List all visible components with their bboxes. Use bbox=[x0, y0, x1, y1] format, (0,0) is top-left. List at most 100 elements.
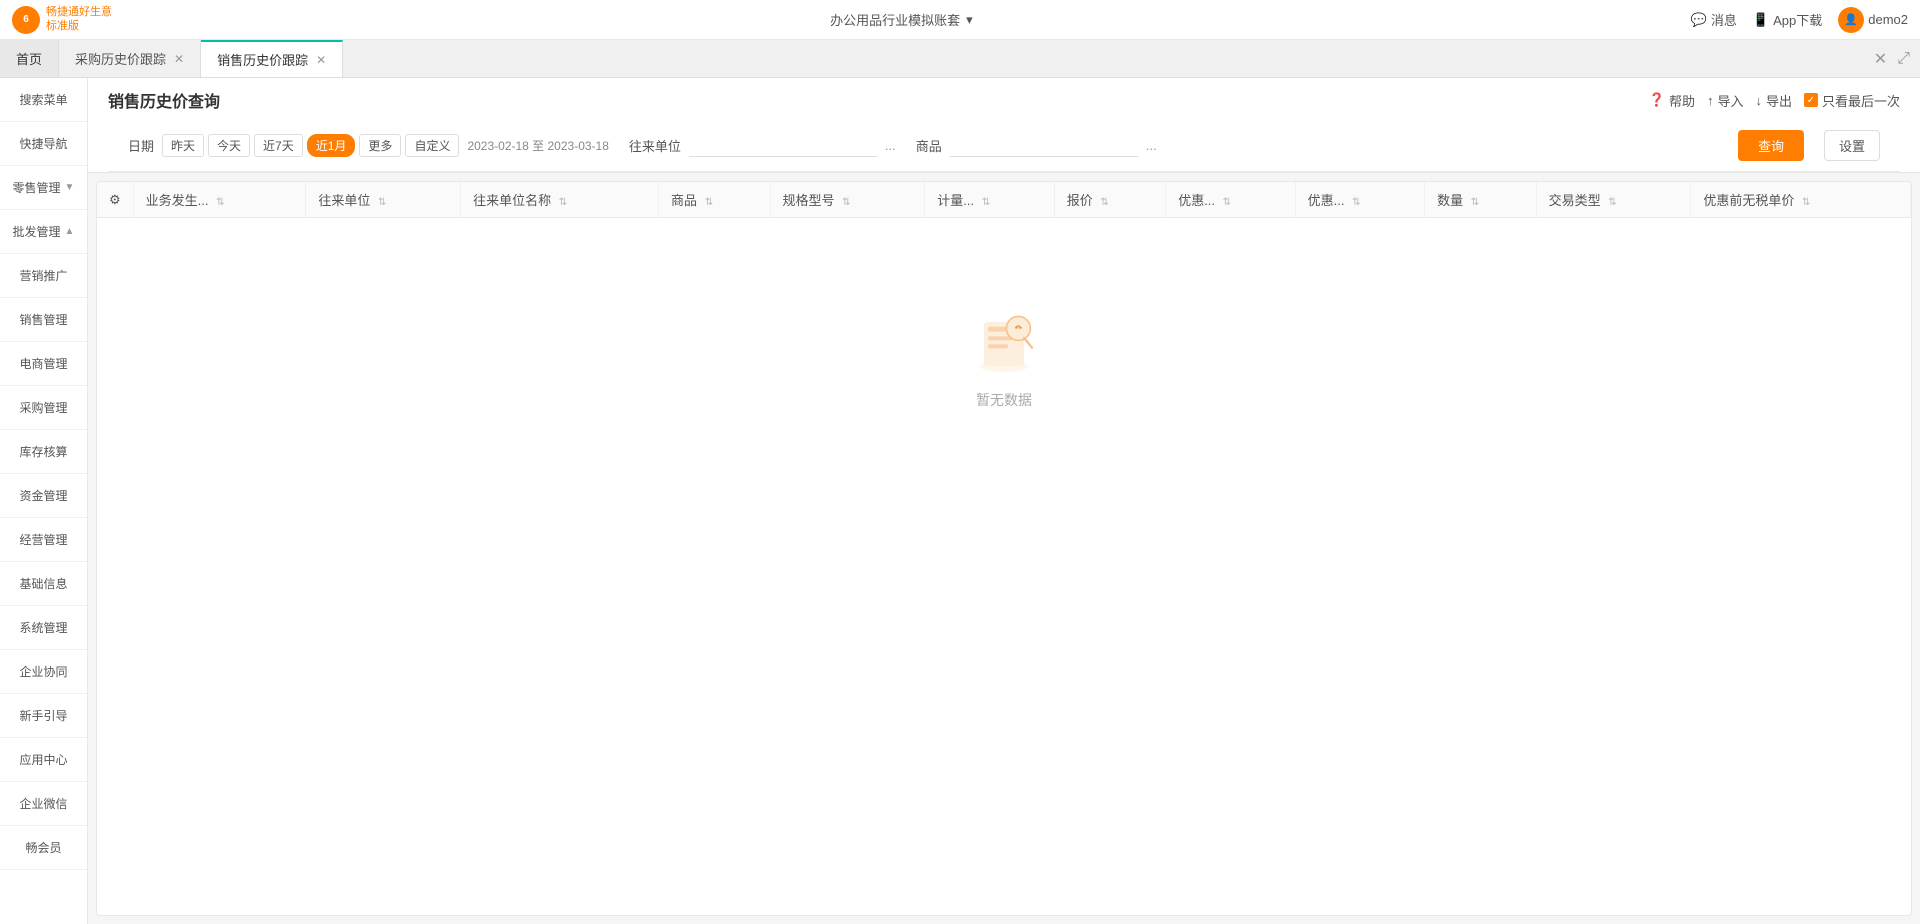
goods-filter-group: 商品 ... bbox=[916, 135, 1157, 157]
col-unit[interactable]: 计量... ⇅ bbox=[925, 182, 1054, 218]
sidebar-item-search-menu[interactable]: 搜索菜单 bbox=[0, 78, 87, 122]
logo-area: 6 畅捷通好生意 标准版 bbox=[12, 6, 112, 34]
chevron-down-icon[interactable]: ▾ bbox=[966, 12, 973, 28]
sidebar-item-app-center[interactable]: 应用中心 bbox=[0, 738, 87, 782]
col-biz-date[interactable]: 业务发生... ⇅ bbox=[133, 182, 306, 218]
page-title-row: 销售历史价查询 ❓ 帮助 ↑ 导入 ↓ 导出 ✓ bbox=[108, 88, 1900, 120]
app-download-button[interactable]: 📱 App下载 bbox=[1753, 10, 1822, 29]
sidebar-item-system[interactable]: 系统管理 bbox=[0, 606, 87, 650]
sort-icon: ⇅ bbox=[1802, 197, 1810, 208]
date-filter-group: 日期 昨天 今天 近7天 近1月 更多 自定义 2023-02-18 至 202… bbox=[128, 134, 609, 157]
sidebar-item-marketing[interactable]: 营销推广 bbox=[0, 254, 87, 298]
col-quantity[interactable]: 数量 ⇅ bbox=[1425, 182, 1536, 218]
date-btn-custom[interactable]: 自定义 bbox=[405, 134, 459, 157]
tab-home-label: 首页 bbox=[16, 49, 42, 68]
col-spec[interactable]: 规格型号 ⇅ bbox=[770, 182, 925, 218]
sidebar: 搜索菜单 快捷导航 零售管理 ▼ 批发管理 ▲ 营销推广 销售管理 电商管理 采… bbox=[0, 78, 88, 924]
sidebar-item-guide[interactable]: 新手引导 bbox=[0, 694, 87, 738]
filter-bar: 日期 昨天 今天 近7天 近1月 更多 自定义 2023-02-18 至 202… bbox=[108, 120, 1900, 172]
only-last-checkbox[interactable]: ✓ 只看最后一次 bbox=[1804, 91, 1900, 110]
wholesale-arrow-icon: ▲ bbox=[65, 226, 75, 237]
export-icon: ↓ bbox=[1755, 93, 1762, 108]
date-btn-today[interactable]: 今天 bbox=[208, 134, 250, 157]
empty-state: 暂无数据 bbox=[97, 218, 1911, 490]
sidebar-item-enterprise[interactable]: 企业协同 bbox=[0, 650, 87, 694]
goods-input[interactable] bbox=[950, 135, 1138, 157]
logo-icon: 6 bbox=[12, 6, 40, 34]
col-trans-type[interactable]: 交易类型 ⇅ bbox=[1536, 182, 1691, 218]
partner-input[interactable] bbox=[689, 135, 877, 157]
tab-purchase[interactable]: 采购历史价跟踪 ✕ bbox=[59, 40, 201, 77]
sidebar-item-basic-info[interactable]: 基础信息 bbox=[0, 562, 87, 606]
sidebar-item-purchase[interactable]: 采购管理 bbox=[0, 386, 87, 430]
goods-ellipsis-btn[interactable]: ... bbox=[1146, 138, 1157, 153]
sort-icon: ⇅ bbox=[1100, 197, 1108, 208]
data-table: ⚙ 业务发生... ⇅ 往来单位 ⇅ 往来单位名称 ⇅ bbox=[97, 182, 1911, 218]
sidebar-item-operation[interactable]: 经营管理 bbox=[0, 518, 87, 562]
sidebar-item-quick-nav[interactable]: 快捷导航 bbox=[0, 122, 87, 166]
page-title: 销售历史价查询 bbox=[108, 88, 220, 112]
partner-ellipsis-btn[interactable]: ... bbox=[885, 138, 896, 153]
col-partner-name[interactable]: 往来单位名称 ⇅ bbox=[461, 182, 659, 218]
sort-icon: ⇅ bbox=[1608, 197, 1616, 208]
tab-sales-close[interactable]: ✕ bbox=[316, 53, 326, 67]
topbar-right: 💬 消息 📱 App下载 👤 demo2 bbox=[1691, 7, 1908, 33]
goods-label: 商品 bbox=[916, 136, 942, 155]
date-buttons: 昨天 今天 近7天 近1月 更多 自定义 bbox=[162, 134, 459, 157]
query-button[interactable]: 查询 bbox=[1738, 130, 1804, 161]
partner-filter-group: 往来单位 ... bbox=[629, 135, 896, 157]
sort-icon: ⇅ bbox=[705, 197, 713, 208]
col-partner-code[interactable]: 往来单位 ⇅ bbox=[306, 182, 461, 218]
import-icon: ↑ bbox=[1707, 93, 1714, 108]
tab-sales[interactable]: 销售历史价跟踪 ✕ bbox=[201, 40, 343, 77]
tab-purchase-label: 采购历史价跟踪 bbox=[75, 49, 166, 68]
col-quote[interactable]: 报价 ⇅ bbox=[1054, 182, 1165, 218]
user-menu[interactable]: 👤 demo2 bbox=[1838, 7, 1908, 33]
message-icon: 💬 bbox=[1691, 12, 1707, 28]
sidebar-item-sales-mgmt[interactable]: 销售管理 bbox=[0, 298, 87, 342]
date-range-display: 2023-02-18 至 2023-03-18 bbox=[467, 137, 608, 154]
date-btn-last1m[interactable]: 近1月 bbox=[307, 134, 356, 157]
help-button[interactable]: ❓ 帮助 bbox=[1649, 91, 1695, 110]
import-button[interactable]: ↑ 导入 bbox=[1707, 91, 1744, 110]
settings-button[interactable]: 设置 bbox=[1824, 130, 1880, 161]
export-button[interactable]: ↓ 导出 bbox=[1755, 91, 1792, 110]
tab-sales-label: 销售历史价跟踪 bbox=[217, 50, 308, 69]
close-all-icon[interactable]: ✕ bbox=[1874, 49, 1887, 69]
sidebar-item-ecommerce[interactable]: 电商管理 bbox=[0, 342, 87, 386]
sidebar-item-retail[interactable]: 零售管理 ▼ bbox=[0, 166, 87, 210]
table-container: ⚙ 业务发生... ⇅ 往来单位 ⇅ 往来单位名称 ⇅ bbox=[96, 181, 1912, 916]
sort-icon: ⇅ bbox=[378, 197, 386, 208]
topbar: 6 畅捷通好生意 标准版 办公用品行业模拟账套 ▾ 💬 消息 📱 App下载 👤… bbox=[0, 0, 1920, 40]
tab-purchase-close[interactable]: ✕ bbox=[174, 52, 184, 66]
topbar-left: 6 畅捷通好生意 标准版 bbox=[12, 6, 112, 34]
sidebar-item-wholesale[interactable]: 批发管理 ▲ bbox=[0, 210, 87, 254]
message-button[interactable]: 💬 消息 bbox=[1691, 10, 1737, 29]
sidebar-item-finance[interactable]: 资金管理 bbox=[0, 474, 87, 518]
sidebar-item-wechat[interactable]: 企业微信 bbox=[0, 782, 87, 826]
col-goods[interactable]: 商品 ⇅ bbox=[659, 182, 770, 218]
date-btn-yesterday[interactable]: 昨天 bbox=[162, 134, 204, 157]
retail-arrow-icon: ▼ bbox=[65, 182, 75, 193]
avatar: 👤 bbox=[1838, 7, 1864, 33]
workspace-selector[interactable]: 办公用品行业模拟账套 ▾ bbox=[830, 10, 973, 29]
date-btn-more[interactable]: 更多 bbox=[359, 134, 401, 157]
sort-icon: ⇅ bbox=[216, 197, 224, 208]
table-header-row: ⚙ 业务发生... ⇅ 往来单位 ⇅ 往来单位名称 ⇅ bbox=[97, 182, 1911, 218]
maximize-icon[interactable]: ⤢ bbox=[1897, 50, 1910, 68]
sort-icon: ⇅ bbox=[842, 197, 850, 208]
col-discount1[interactable]: 优惠... ⇅ bbox=[1166, 182, 1295, 218]
col-settings[interactable]: ⚙ bbox=[97, 182, 133, 218]
col-discount2[interactable]: 优惠... ⇅ bbox=[1295, 182, 1424, 218]
sidebar-item-inventory[interactable]: 库存核算 bbox=[0, 430, 87, 474]
sort-icon: ⇅ bbox=[559, 197, 567, 208]
date-btn-last7[interactable]: 近7天 bbox=[254, 134, 303, 157]
col-pretax-price[interactable]: 优惠前无税单价 ⇅ bbox=[1691, 182, 1911, 218]
empty-text: 暂无数据 bbox=[976, 390, 1032, 410]
tabbar-actions: ✕ ⤢ bbox=[1864, 40, 1920, 77]
tabbar: 首页 采购历史价跟踪 ✕ 销售历史价跟踪 ✕ ✕ ⤢ bbox=[0, 40, 1920, 78]
header-actions: ❓ 帮助 ↑ 导入 ↓ 导出 ✓ 只看最后一次 bbox=[1649, 91, 1900, 110]
page-header: 销售历史价查询 ❓ 帮助 ↑ 导入 ↓ 导出 ✓ bbox=[88, 78, 1920, 173]
tab-home[interactable]: 首页 bbox=[0, 40, 59, 77]
sidebar-item-vip[interactable]: 畅会员 bbox=[0, 826, 87, 870]
